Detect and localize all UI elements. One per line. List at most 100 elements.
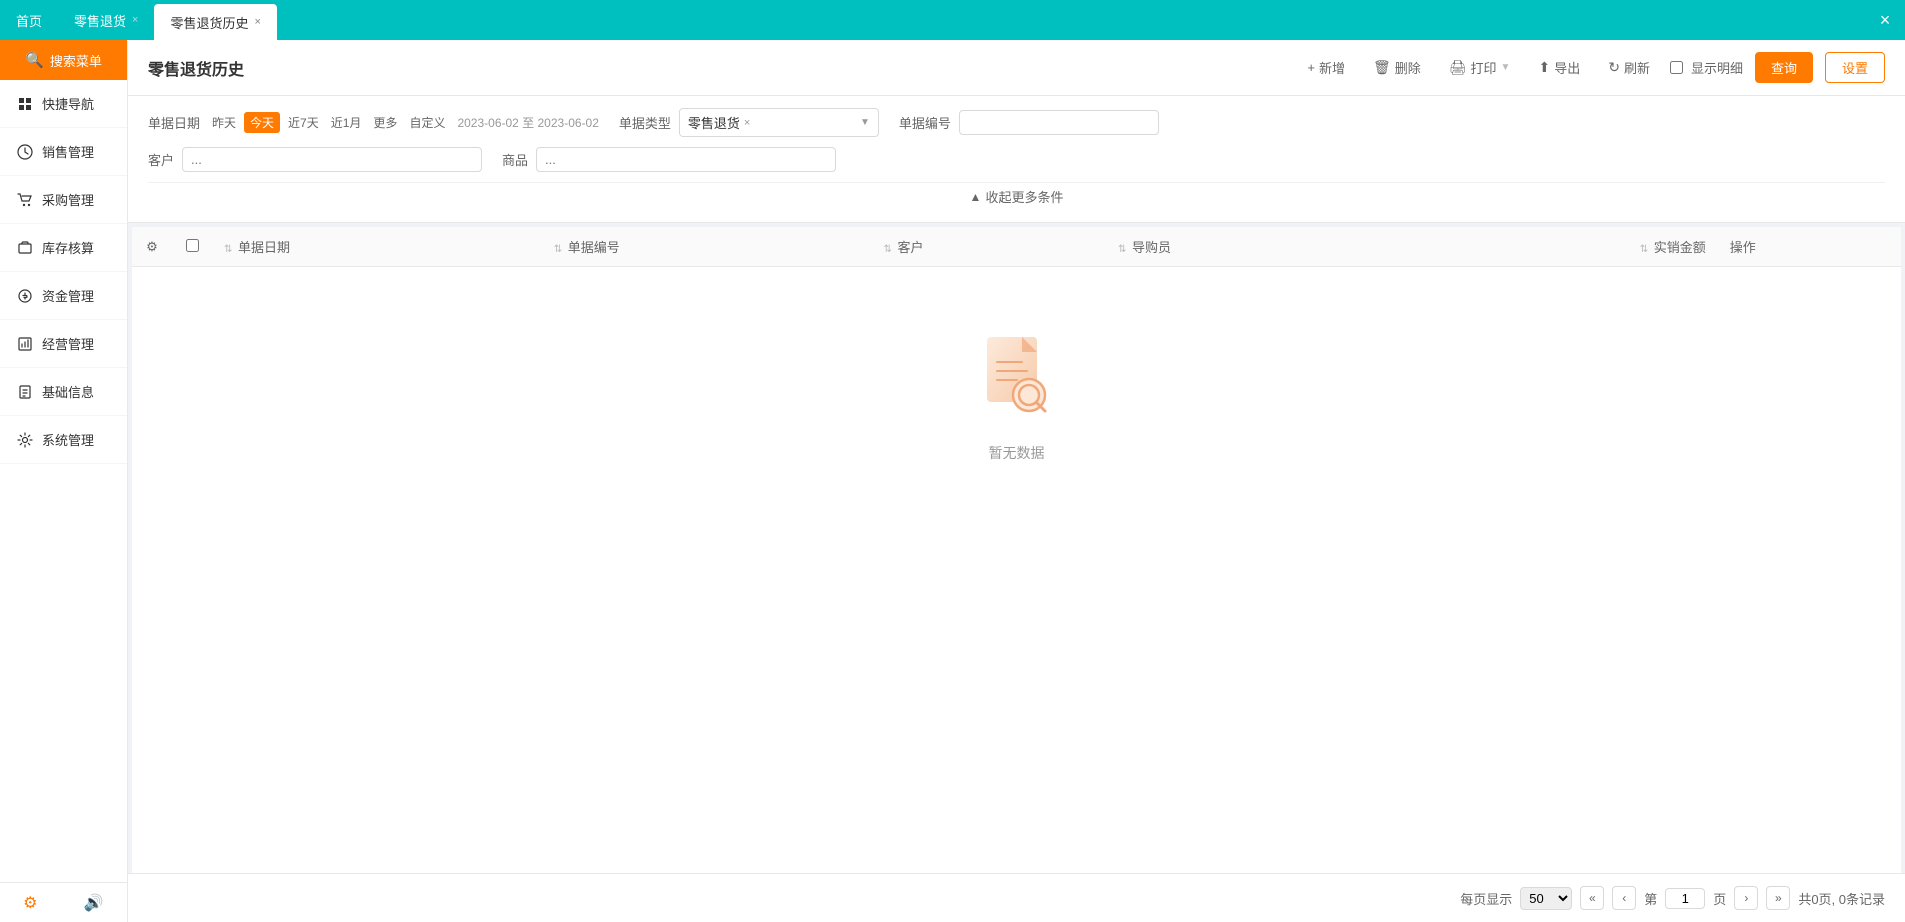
th-actual-amount-label: 实销金额 — [1654, 240, 1706, 255]
date-opt-7days[interactable]: 近7天 — [284, 112, 323, 133]
filter-row-2: 客户 商品 — [148, 147, 1885, 172]
sidebar: 🔍 搜索菜单 快捷导航 销售管理 采购管理 — [0, 40, 128, 922]
refresh-icon: ↻ — [1608, 59, 1620, 76]
date-opt-yesterday[interactable]: 昨天 — [208, 112, 240, 133]
th-actual-amount-sort-icon[interactable]: ⇅ — [1640, 244, 1648, 255]
export-button[interactable]: ⬆ 导出 — [1530, 54, 1588, 81]
display-detail-checkbox[interactable]: 显示明细 — [1670, 58, 1743, 77]
sidebar-item-basic-info[interactable]: 基础信息 — [0, 368, 127, 416]
date-opt-1month[interactable]: 近1月 — [327, 112, 366, 133]
table-area: ⚙ ⇅ 单据日期 ⇅ 单据编号 — [132, 227, 1901, 873]
total-records-label: 共0页, 0条记录 — [1798, 889, 1885, 908]
th-guide-label: 导购员 — [1132, 240, 1171, 255]
refresh-button[interactable]: ↻ 刷新 — [1600, 54, 1658, 81]
th-voucher-date-sort-icon[interactable]: ⇅ — [224, 244, 232, 255]
print-button[interactable]: 🖨 打印 ▼ — [1441, 54, 1519, 81]
th-voucher-no-sort-icon[interactable]: ⇅ — [554, 244, 562, 255]
voucher-type-select[interactable]: 零售退货 × ▼ — [679, 108, 879, 137]
voucher-no-filter-item: 单据编号 — [899, 110, 1159, 135]
column-settings-icon[interactable]: ⚙ — [146, 239, 158, 254]
tab-home[interactable]: 首页 — [0, 0, 58, 40]
print-icon: 🖨 — [1449, 59, 1467, 76]
table-header: ⚙ ⇅ 单据日期 ⇅ 单据编号 — [132, 227, 1901, 267]
collapse-more-label: 收起更多条件 — [985, 187, 1063, 206]
page-number-input[interactable] — [1665, 888, 1705, 909]
page-title: 零售退货历史 — [148, 56, 244, 80]
page-size-label: 每页显示 — [1460, 889, 1512, 908]
delete-button[interactable]: 🗑 删除 — [1365, 54, 1429, 81]
empty-text: 暂无数据 — [989, 443, 1045, 463]
refresh-label: 刷新 — [1624, 58, 1650, 77]
page-header: 零售退货历史 + 新增 🗑 删除 🖨 打印 ▼ ⬆ 导出 — [128, 40, 1905, 96]
page-size-select[interactable]: 10 20 50 100 — [1520, 887, 1572, 910]
tab-retail-return[interactable]: 零售退货 × — [58, 0, 154, 40]
th-guide-sort-icon[interactable]: ⇅ — [1118, 244, 1126, 255]
last-page-button[interactable]: » — [1766, 886, 1790, 910]
th-voucher-no-label: 单据编号 — [568, 240, 620, 255]
sidebar-item-inventory[interactable]: 库存核算 — [0, 224, 127, 272]
next-page-icon: › — [1744, 891, 1748, 905]
customer-input[interactable] — [182, 147, 482, 172]
page-label-prefix: 第 — [1644, 889, 1657, 908]
new-label: 新增 — [1319, 58, 1345, 77]
export-label: 导出 — [1554, 58, 1580, 77]
capital-mgmt-icon — [16, 287, 34, 305]
tab-retail-return-history-close[interactable]: × — [254, 16, 260, 28]
prev-page-button[interactable]: ‹ — [1612, 886, 1636, 910]
settings-button[interactable]: 设置 — [1825, 52, 1885, 83]
sidebar-item-purchase-mgmt[interactable]: 采购管理 — [0, 176, 127, 224]
next-page-button[interactable]: › — [1734, 886, 1758, 910]
delete-icon: 🗑 — [1373, 59, 1391, 76]
customer-filter-item: 客户 — [148, 147, 482, 172]
sidebar-item-quick-nav[interactable]: 快捷导航 — [0, 80, 127, 128]
tab-retail-return-history[interactable]: 零售退货历史 × — [154, 4, 276, 40]
display-detail-input[interactable] — [1670, 61, 1683, 74]
date-filter-label: 单据日期 — [148, 113, 200, 132]
collapse-more-button[interactable]: ▲ 收起更多条件 — [148, 182, 1885, 210]
operations-mgmt-icon — [16, 335, 34, 353]
page-label-suffix: 页 — [1713, 889, 1726, 908]
date-options: 昨天 今天 近7天 近1月 更多 自定义 — [208, 112, 449, 133]
delete-label: 删除 — [1395, 58, 1421, 77]
tab-retail-return-close[interactable]: × — [132, 14, 138, 26]
select-all-checkbox[interactable] — [186, 239, 199, 252]
date-range-display: 2023-06-02 至 2023-06-02 — [457, 114, 598, 131]
th-voucher-date: ⇅ 单据日期 — [212, 227, 542, 267]
goods-filter-label: 商品 — [502, 150, 528, 169]
tab-retail-return-label: 零售退货 — [74, 11, 126, 30]
voucher-no-input[interactable] — [959, 110, 1159, 135]
settings-gear-icon[interactable]: ⚙ — [23, 893, 37, 913]
volume-icon[interactable]: 🔊 — [84, 893, 104, 913]
sidebar-search[interactable]: 🔍 搜索菜单 — [0, 40, 127, 80]
th-customer-label: 客户 — [897, 240, 923, 255]
date-opt-more[interactable]: 更多 — [369, 112, 401, 133]
sidebar-nav: 快捷导航 销售管理 采购管理 库存核算 — [0, 80, 127, 882]
basic-info-icon — [16, 383, 34, 401]
date-opt-custom[interactable]: 自定义 — [405, 112, 449, 133]
window-close-button[interactable]: × — [1865, 0, 1905, 40]
query-button[interactable]: 查询 — [1755, 52, 1813, 83]
sidebar-item-capital-mgmt[interactable]: 资金管理 — [0, 272, 127, 320]
sales-mgmt-icon — [16, 143, 34, 161]
empty-state: 暂无数据 — [132, 267, 1901, 523]
sidebar-item-operations-mgmt[interactable]: 经营管理 — [0, 320, 127, 368]
sidebar-item-system-mgmt[interactable]: 系统管理 — [0, 416, 127, 464]
first-page-icon: « — [1589, 891, 1596, 905]
goods-input[interactable] — [536, 147, 836, 172]
print-arrow-icon: ▼ — [1501, 62, 1511, 73]
system-mgmt-icon — [16, 431, 34, 449]
filter-row-1: 单据日期 昨天 今天 近7天 近1月 更多 自定义 2023-06-02 至 2… — [148, 108, 1885, 137]
sidebar-item-sales-mgmt[interactable]: 销售管理 — [0, 128, 127, 176]
new-button[interactable]: + 新增 — [1299, 54, 1353, 81]
voucher-type-tag-close[interactable]: × — [744, 117, 750, 129]
th-guide: ⇅ 导购员 — [1106, 227, 1388, 267]
content-area: 零售退货历史 + 新增 🗑 删除 🖨 打印 ▼ ⬆ 导出 — [128, 40, 1905, 922]
th-customer-sort-icon[interactable]: ⇅ — [883, 244, 891, 255]
sidebar-item-basic-info-label: 基础信息 — [42, 382, 94, 401]
date-opt-today[interactable]: 今天 — [244, 112, 280, 133]
voucher-type-tag-text: 零售退货 — [688, 113, 740, 132]
first-page-button[interactable]: « — [1580, 886, 1604, 910]
export-icon: ⬆ — [1538, 59, 1550, 76]
filter-area: 单据日期 昨天 今天 近7天 近1月 更多 自定义 2023-06-02 至 2… — [128, 96, 1905, 223]
voucher-type-label: 单据类型 — [619, 113, 671, 132]
